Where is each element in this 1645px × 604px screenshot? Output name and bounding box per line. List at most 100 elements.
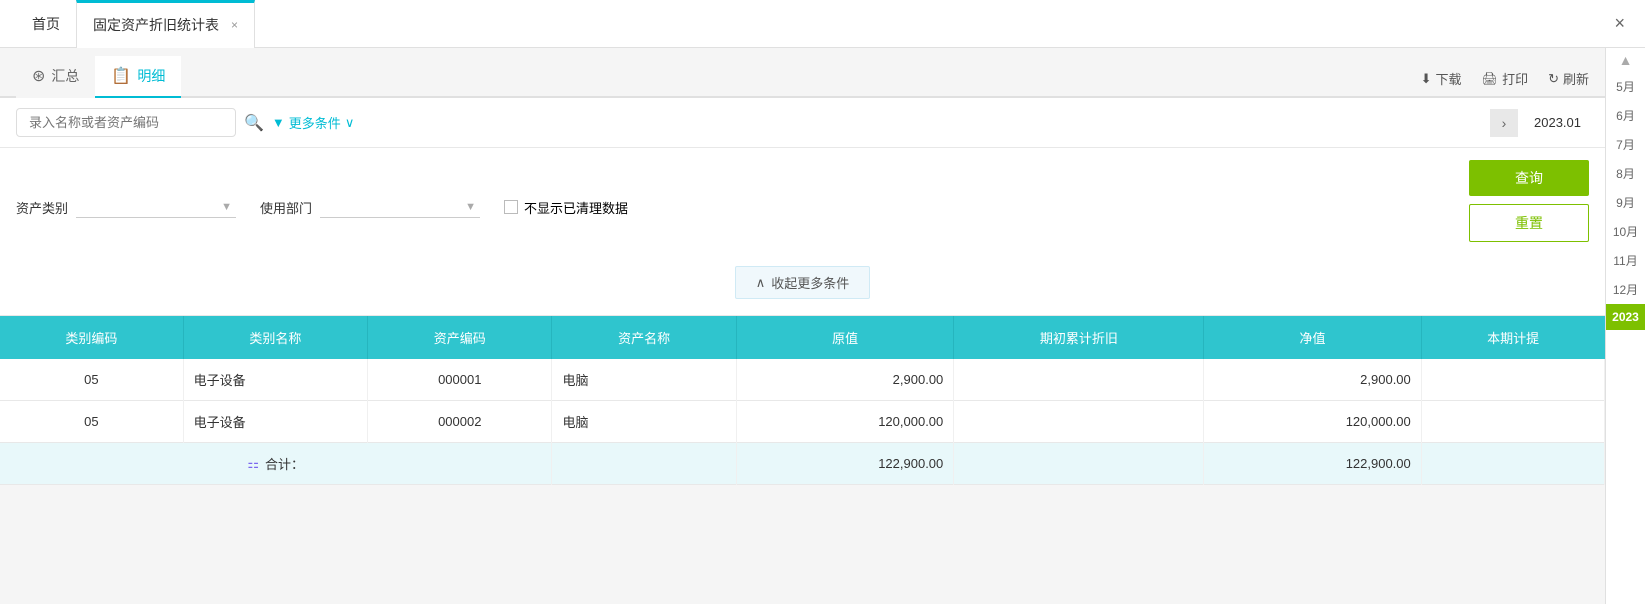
download-label: 下载 (1436, 69, 1462, 88)
cell-net-value: 2,900.00 (1204, 359, 1421, 401)
print-icon: 🖨 (1482, 71, 1499, 87)
table-total-row: ⚏ 合计： 122,900.00 122,900.00 (0, 443, 1605, 485)
window-close-icon[interactable]: × (1610, 9, 1629, 38)
print-action[interactable]: 🖨 打印 (1482, 69, 1529, 88)
cell-asset-name: 电脑 (552, 359, 736, 401)
cell-original-value: 120,000.00 (736, 401, 953, 443)
cell-current-period (1421, 359, 1604, 401)
sidebar-scroll-up[interactable]: ▲ (1619, 48, 1633, 72)
sidebar-month-7[interactable]: 7月 (1606, 130, 1645, 159)
total-icon: ⚏ (247, 456, 259, 472)
sidebar-month-5[interactable]: 5月 (1606, 72, 1645, 101)
refresh-icon: ↻ (1548, 71, 1559, 87)
filter-row: 资产类别 ▼ 使用部门 ▼ 不显示已清理数据 (16, 160, 1589, 254)
reset-button[interactable]: 重置 (1469, 204, 1589, 242)
table-header-row: 类别编码 类别名称 资产编码 资产名称 原值 期初累计折旧 净值 本期计提 (0, 316, 1605, 359)
home-tab[interactable]: 首页 (16, 14, 76, 34)
search-input[interactable] (16, 108, 236, 137)
cell-accumulated-dep (954, 401, 1204, 443)
summary-label: 汇总 (51, 66, 79, 86)
col-asset-code: 资产编码 (368, 316, 552, 359)
filter-chevron-icon: ∨ (345, 115, 355, 131)
cell-asset-code: 000001 (368, 359, 552, 401)
department-select[interactable]: ▼ (320, 197, 480, 218)
total-empty (552, 443, 736, 485)
layout-wrapper: ⊛ 汇总 📋 明细 ⬇ 下载 🖨 打印 ↻ 刷新 (0, 48, 1645, 604)
total-label-cell: ⚏ 合计： (0, 443, 552, 485)
collapse-btn[interactable]: ∧ 收起更多条件 (735, 266, 871, 299)
col-net-value: 净值 (1204, 316, 1421, 359)
detail-icon: 📋 (111, 66, 131, 86)
filter-icon: ▼ (272, 115, 285, 130)
cell-net-value: 120,000.00 (1204, 401, 1421, 443)
tab-label: 固定资产折旧统计表 (93, 15, 219, 35)
hide-cleared-label: 不显示已清理数据 (524, 198, 628, 217)
right-sidebar: ▲ 5月 6月 7月 8月 9月 10月 11月 12月 2023 (1605, 48, 1645, 604)
cell-cat-code: 05 (0, 359, 183, 401)
active-tab[interactable]: 固定资产折旧统计表 × (76, 0, 255, 48)
main-content: ⊛ 汇总 📋 明细 ⬇ 下载 🖨 打印 ↻ 刷新 (0, 48, 1605, 604)
sidebar-month-12[interactable]: 12月 (1606, 275, 1645, 304)
asset-category-filter: 资产类别 ▼ (16, 197, 236, 218)
total-current-period (1421, 443, 1604, 485)
table-row: 05 电子设备 000001 电脑 2,900.00 2,900.00 (0, 359, 1605, 401)
collapse-icon: ∧ (756, 275, 766, 291)
col-asset-name: 资产名称 (552, 316, 736, 359)
col-accumulated-dep: 期初累计折旧 (954, 316, 1204, 359)
cell-current-period (1421, 401, 1604, 443)
cell-cat-name: 电子设备 (183, 401, 367, 443)
sidebar-year-2023[interactable]: 2023 (1606, 304, 1645, 330)
print-label: 打印 (1502, 69, 1528, 88)
tab-detail[interactable]: 📋 明细 (95, 56, 181, 98)
filter-label: 更多条件 (289, 113, 341, 132)
download-action[interactable]: ⬇ 下载 (1421, 69, 1462, 88)
data-table: 类别编码 类别名称 资产编码 资产名称 原值 期初累计折旧 净值 本期计提 05… (0, 316, 1605, 485)
checkbox-box (504, 200, 518, 214)
date-nav-arrow[interactable]: › (1490, 109, 1518, 137)
sidebar-month-8[interactable]: 8月 (1606, 159, 1645, 188)
tab-actions: ⬇ 下载 🖨 打印 ↻ 刷新 (1421, 69, 1589, 96)
cell-accumulated-dep (954, 359, 1204, 401)
search-bar: 🔍 ▼ 更多条件 ∨ › 2023.01 (0, 98, 1605, 148)
cell-cat-code: 05 (0, 401, 183, 443)
total-original-value: 122,900.00 (736, 443, 953, 485)
sidebar-month-6[interactable]: 6月 (1606, 101, 1645, 130)
filter-actions: 查询 重置 (1469, 160, 1589, 254)
sidebar-month-11[interactable]: 11月 (1606, 246, 1645, 275)
table-container: 类别编码 类别名称 资产编码 资产名称 原值 期初累计折旧 净值 本期计提 05… (0, 316, 1605, 604)
query-button[interactable]: 查询 (1469, 160, 1589, 196)
sidebar-month-9[interactable]: 9月 (1606, 188, 1645, 217)
summary-icon: ⊛ (32, 66, 45, 86)
col-original-value: 原值 (736, 316, 953, 359)
tab-summary[interactable]: ⊛ 汇总 (16, 56, 95, 98)
refresh-action[interactable]: ↻ 刷新 (1548, 69, 1589, 88)
filter-btn[interactable]: ▼ 更多条件 ∨ (272, 113, 354, 132)
search-icon[interactable]: 🔍 (244, 113, 264, 133)
tab-close-icon[interactable]: × (231, 18, 238, 32)
filter-panel: 资产类别 ▼ 使用部门 ▼ 不显示已清理数据 (0, 148, 1605, 316)
department-arrow-icon: ▼ (465, 201, 476, 213)
collapse-label: 收起更多条件 (771, 273, 849, 292)
asset-category-arrow-icon: ▼ (221, 201, 232, 213)
top-nav: 首页 固定资产折旧统计表 × × (0, 0, 1645, 48)
cell-original-value: 2,900.00 (736, 359, 953, 401)
cell-asset-code: 000002 (368, 401, 552, 443)
sidebar-month-10[interactable]: 10月 (1606, 217, 1645, 246)
table-row: 05 电子设备 000002 电脑 120,000.00 120,000.00 (0, 401, 1605, 443)
detail-label: 明细 (137, 66, 165, 86)
total-net-value: 122,900.00 (1204, 443, 1421, 485)
sub-tabs: ⊛ 汇总 📋 明细 ⬇ 下载 🖨 打印 ↻ 刷新 (0, 48, 1605, 98)
col-category-name: 类别名称 (183, 316, 367, 359)
total-label: 合计： (265, 454, 304, 473)
cell-cat-name: 电子设备 (183, 359, 367, 401)
department-label: 使用部门 (260, 198, 312, 217)
download-icon: ⬇ (1421, 71, 1432, 87)
asset-category-label: 资产类别 (16, 198, 68, 217)
col-current-period: 本期计提 (1421, 316, 1604, 359)
total-accumulated-dep (954, 443, 1204, 485)
asset-category-select[interactable]: ▼ (76, 197, 236, 218)
hide-cleared-checkbox[interactable]: 不显示已清理数据 (504, 198, 628, 217)
department-filter: 使用部门 ▼ (260, 197, 480, 218)
date-label: 2023.01 (1526, 115, 1589, 130)
col-category-code: 类别编码 (0, 316, 183, 359)
